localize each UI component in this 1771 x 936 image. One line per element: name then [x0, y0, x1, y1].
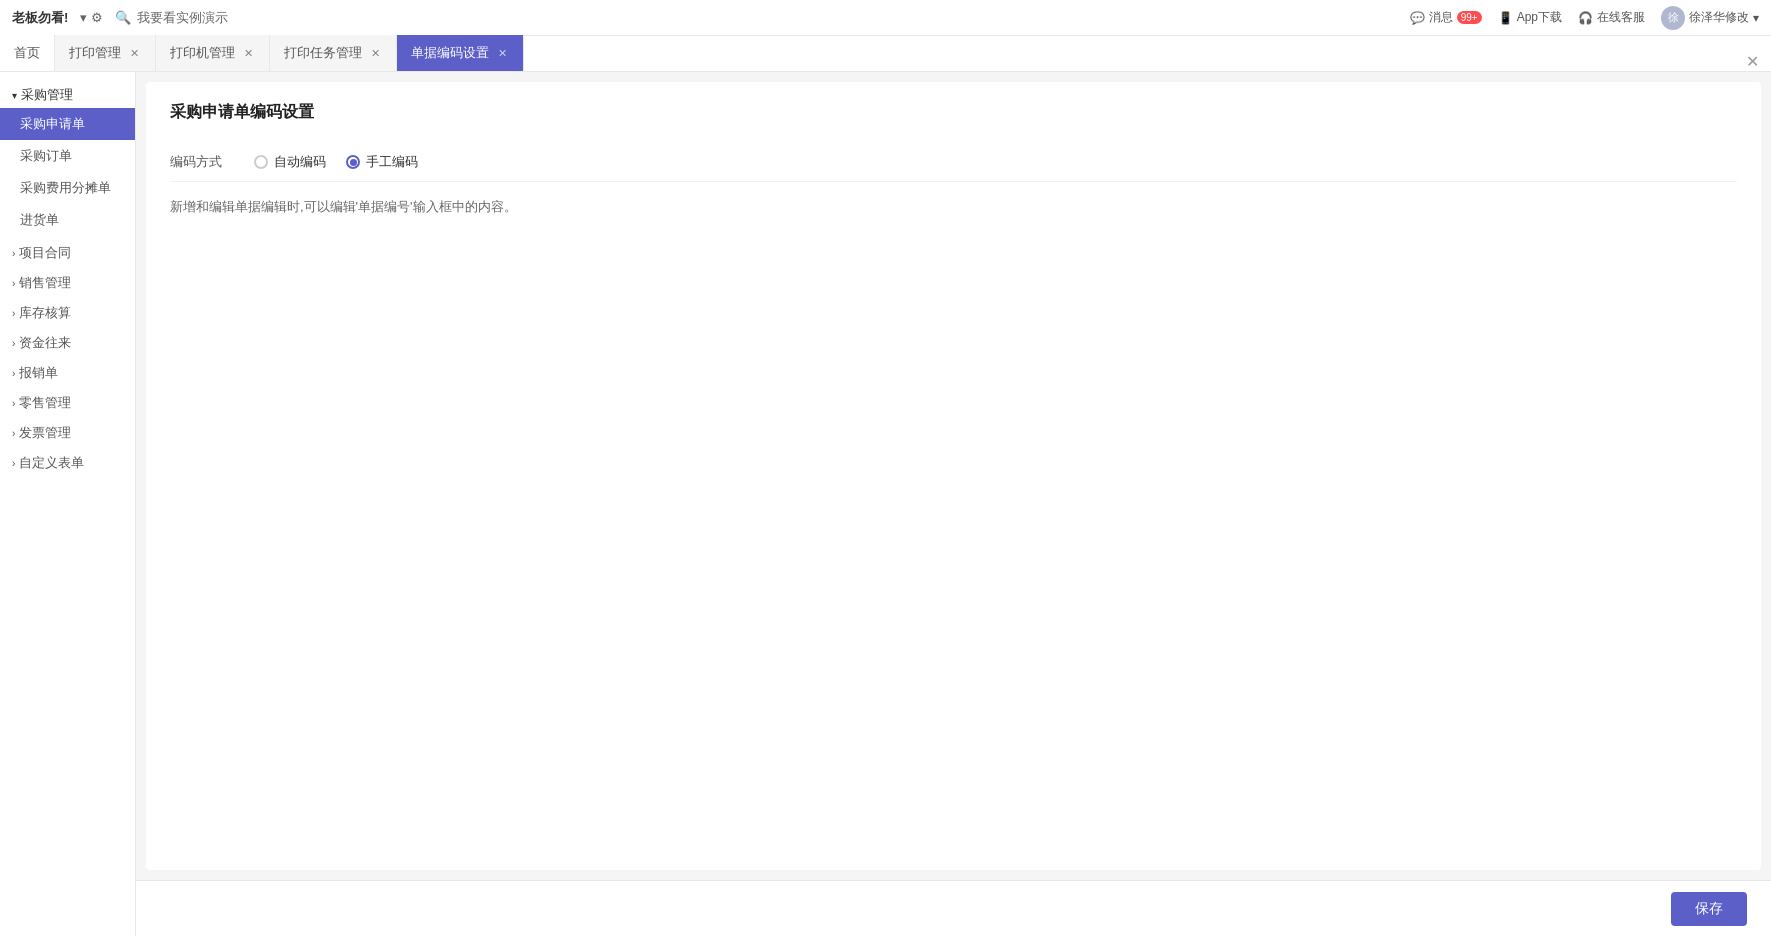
layout: ▾ 采购管理 采购申请单 采购订单 采购费用分摊单 进货单 › 项目合同 › 销…	[0, 72, 1771, 936]
sidebar-group-custom[interactable]: › 自定义表单	[0, 446, 135, 476]
radio-auto-code[interactable]: 自动编码	[254, 153, 326, 171]
sidebar-item-purchase-order-label: 采购订单	[20, 148, 72, 163]
radio-manual-circle	[346, 155, 360, 169]
auto-code-label: 自动编码	[274, 153, 326, 171]
tab-print-mgmt-close[interactable]: ✕	[127, 46, 141, 60]
sidebar-group-inventory-label: 库存核算	[19, 304, 71, 322]
brand-dropdown[interactable]: ▾ ⚙	[80, 10, 103, 25]
app-download-button[interactable]: 📱 App下载	[1498, 9, 1562, 26]
tab-home[interactable]: 首页	[0, 35, 55, 71]
chevron-right-icon6: ›	[12, 398, 15, 409]
chevron-right-icon5: ›	[12, 368, 15, 379]
page-title: 采购申请单编码设置	[170, 102, 1737, 123]
top-bar-right: 💬 消息 99+ 📱 App下载 🎧 在线客服 徐 徐泽华修改 ▾	[1410, 6, 1759, 30]
chevron-down-icon: ▾	[12, 90, 17, 101]
encode-method-label: 编码方式	[170, 153, 222, 171]
brand-logo: 老板勿看!	[12, 9, 68, 27]
sidebar-group-project[interactable]: › 项目合同	[0, 236, 135, 266]
sidebar-item-stock-in-label: 进货单	[20, 212, 59, 227]
sidebar-item-stock-in[interactable]: 进货单	[0, 204, 135, 236]
tab-printer-mgmt-label: 打印机管理	[170, 44, 235, 62]
encode-method-row: 编码方式 自动编码 手工编码	[170, 143, 1737, 182]
sidebar-group-purchase-label: 采购管理	[21, 86, 73, 104]
sidebar-item-purchase-cost[interactable]: 采购费用分摊单	[0, 172, 135, 204]
online-service-label: 在线客服	[1597, 9, 1645, 26]
top-bar: 老板勿看! ▾ ⚙ 🔍 我要看实例演示 💬 消息 99+ 📱 App下载 🎧 在…	[0, 0, 1771, 36]
hint-text: 新增和编辑单据编辑时,可以编辑'单据编号'输入框中的内容。	[170, 198, 1737, 216]
top-bar-left: 老板勿看! ▾ ⚙ 🔍 我要看实例演示	[12, 9, 228, 27]
tab-print-task-close[interactable]: ✕	[368, 46, 382, 60]
search-icon: 🔍	[115, 10, 131, 25]
sidebar-group-project-label: 项目合同	[19, 244, 71, 262]
online-service-button[interactable]: 🎧 在线客服	[1578, 9, 1645, 26]
sidebar-item-purchase-request[interactable]: 采购申请单	[0, 108, 135, 140]
main-content: 采购申请单编码设置 编码方式 自动编码 手工编码 新增和编辑单据编辑时,可以编辑…	[136, 72, 1771, 936]
user-name: 徐泽华修改	[1689, 9, 1749, 26]
sidebar-group-finance-label: 资金往来	[19, 334, 71, 352]
tab-print-mgmt[interactable]: 打印管理 ✕	[55, 35, 156, 71]
tab-printer-mgmt[interactable]: 打印机管理 ✕	[156, 35, 270, 71]
radio-auto-circle	[254, 155, 268, 169]
sidebar-group-invoice[interactable]: › 发票管理	[0, 416, 135, 446]
tab-printer-mgmt-close[interactable]: ✕	[241, 46, 255, 60]
sidebar-group-sales-label: 销售管理	[19, 274, 71, 292]
chevron-right-icon7: ›	[12, 428, 15, 439]
search-text: 我要看实例演示	[137, 9, 228, 27]
sidebar-group-custom-label: 自定义表单	[19, 454, 84, 472]
message-label: 消息	[1429, 9, 1453, 26]
search-bar[interactable]: 🔍 我要看实例演示	[115, 9, 228, 27]
settings-icon: ⚙	[91, 10, 103, 25]
sidebar-group-purchase[interactable]: ▾ 采购管理	[0, 78, 135, 108]
tab-home-label: 首页	[14, 44, 40, 62]
sidebar: ▾ 采购管理 采购申请单 采购订单 采购费用分摊单 进货单 › 项目合同 › 销…	[0, 72, 136, 936]
sidebar-item-purchase-order[interactable]: 采购订单	[0, 140, 135, 172]
sidebar-group-expense[interactable]: › 报销单	[0, 356, 135, 386]
radio-manual-code[interactable]: 手工编码	[346, 153, 418, 171]
chevron-right-icon3: ›	[12, 308, 15, 319]
chevron-right-icon8: ›	[12, 458, 15, 469]
sidebar-group-retail-label: 零售管理	[19, 394, 71, 412]
app-icon: 📱	[1498, 11, 1513, 25]
bottom-bar: 保存	[136, 880, 1771, 936]
sidebar-group-invoice-label: 发票管理	[19, 424, 71, 442]
user-dropdown-icon: ▾	[1753, 11, 1759, 25]
sidebar-item-purchase-cost-label: 采购费用分摊单	[20, 180, 111, 195]
headset-icon: 🎧	[1578, 11, 1593, 25]
app-download-label: App下载	[1517, 9, 1562, 26]
close-all-tabs[interactable]: ✕	[1734, 52, 1771, 71]
sidebar-group-retail[interactable]: › 零售管理	[0, 386, 135, 416]
sidebar-group-finance[interactable]: › 资金往来	[0, 326, 135, 356]
tab-barcode-settings-close[interactable]: ✕	[495, 46, 509, 60]
content-area: 采购申请单编码设置 编码方式 自动编码 手工编码 新增和编辑单据编辑时,可以编辑…	[146, 82, 1761, 870]
message-icon: 💬	[1410, 11, 1425, 25]
tab-print-task[interactable]: 打印任务管理 ✕	[270, 35, 397, 71]
message-badge: 99+	[1457, 11, 1482, 24]
dropdown-icon: ▾	[80, 10, 87, 25]
message-button[interactable]: 💬 消息 99+	[1410, 9, 1482, 26]
avatar: 徐	[1661, 6, 1685, 30]
user-menu[interactable]: 徐 徐泽华修改 ▾	[1661, 6, 1759, 30]
tab-barcode-settings[interactable]: 单据编码设置 ✕	[397, 35, 524, 71]
sidebar-group-expense-label: 报销单	[19, 364, 58, 382]
radio-group: 自动编码 手工编码	[254, 153, 418, 171]
chevron-right-icon2: ›	[12, 278, 15, 289]
sidebar-group-sales[interactable]: › 销售管理	[0, 266, 135, 296]
tab-print-mgmt-label: 打印管理	[69, 44, 121, 62]
chevron-right-icon: ›	[12, 248, 15, 259]
sidebar-group-inventory[interactable]: › 库存核算	[0, 296, 135, 326]
chevron-right-icon4: ›	[12, 338, 15, 349]
save-button[interactable]: 保存	[1671, 892, 1747, 926]
tab-bar: 首页 打印管理 ✕ 打印机管理 ✕ 打印任务管理 ✕ 单据编码设置 ✕ ✕	[0, 36, 1771, 72]
tab-barcode-settings-label: 单据编码设置	[411, 44, 489, 62]
tab-print-task-label: 打印任务管理	[284, 44, 362, 62]
sidebar-item-purchase-request-label: 采购申请单	[20, 116, 85, 131]
manual-code-label: 手工编码	[366, 153, 418, 171]
